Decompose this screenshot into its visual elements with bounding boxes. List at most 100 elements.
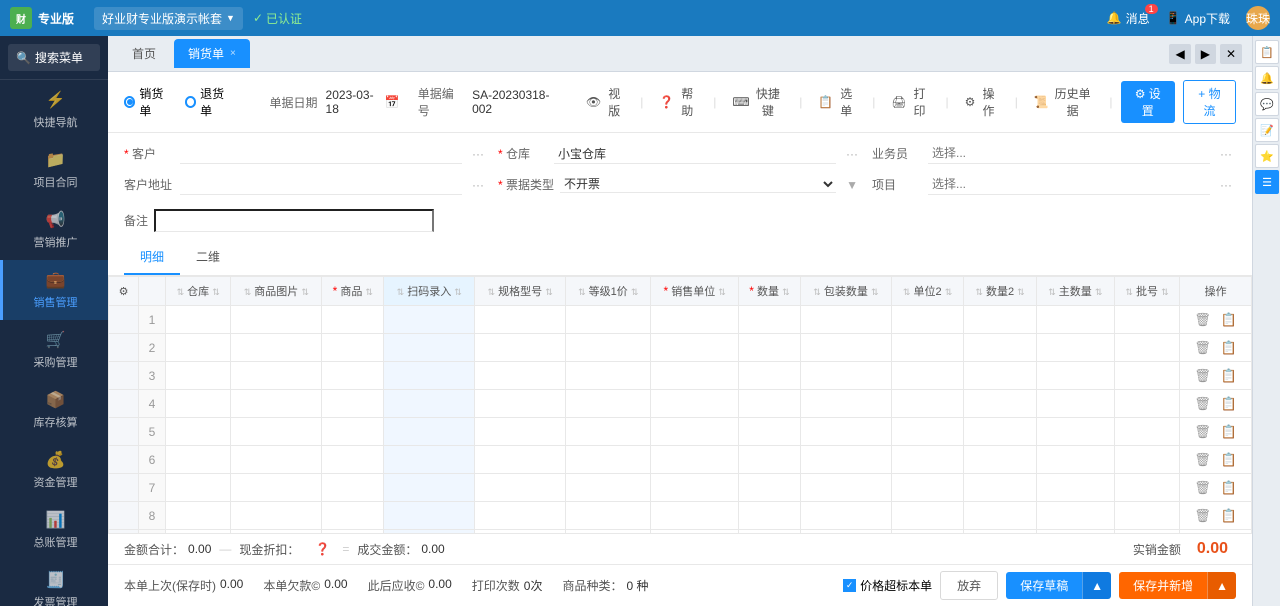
row-qty-6[interactable]: [738, 446, 800, 474]
tab-prev-button[interactable]: ◀: [1169, 44, 1190, 64]
warehouse-input[interactable]: [554, 143, 836, 164]
row-main-qty-6[interactable]: [1036, 446, 1114, 474]
row-qty2-4[interactable]: [964, 390, 1036, 418]
row-pack-qty-4[interactable]: [800, 390, 891, 418]
row-qty2-6[interactable]: [964, 446, 1036, 474]
project-input[interactable]: [928, 174, 1210, 195]
save-new-button[interactable]: 保存并新增: [1119, 572, 1207, 599]
row-sales-unit-8[interactable]: [651, 502, 739, 530]
col-pack-qty-header[interactable]: ⇅ 包装数量 ⇅: [800, 277, 891, 306]
row-delete-btn-3[interactable]: 🗑: [1191, 368, 1214, 384]
col-qty-header[interactable]: * 数量 ⇅: [738, 277, 800, 306]
row-qty-7[interactable]: [738, 474, 800, 502]
row-unit2-3[interactable]: [891, 362, 963, 390]
save-draft-arrow-button[interactable]: ▲: [1082, 572, 1111, 599]
row-qty2-7[interactable]: [964, 474, 1036, 502]
row-unit2-4[interactable]: [891, 390, 963, 418]
row-sales-unit-5[interactable]: [651, 418, 739, 446]
col-batch-header[interactable]: ⇅ 批号 ⇅: [1114, 277, 1179, 306]
project-more-icon[interactable]: ···: [1216, 178, 1236, 192]
row-level-price-4[interactable]: [566, 390, 651, 418]
row-unit2-2[interactable]: [891, 334, 963, 362]
row-pack-qty-1[interactable]: [800, 306, 891, 334]
row-spec-3[interactable]: [475, 362, 566, 390]
calendar-icon[interactable]: 📅: [385, 95, 400, 109]
row-batch-6[interactable]: [1114, 446, 1179, 474]
row-copy-btn-7[interactable]: 📋: [1218, 480, 1240, 496]
radio-return-order[interactable]: 退货单: [185, 85, 234, 119]
row-copy-btn-8[interactable]: 📋: [1218, 508, 1240, 524]
tab-close-icon[interactable]: ×: [230, 48, 236, 59]
row-warehouse-5[interactable]: [166, 418, 231, 446]
print-button[interactable]: 🖨 打印: [883, 82, 937, 122]
row-qty-2[interactable]: [738, 334, 800, 362]
shortcut-button[interactable]: ⌨ 快捷键: [724, 82, 791, 122]
row-batch-enter-2[interactable]: [384, 334, 475, 362]
row-batch-enter-6[interactable]: [384, 446, 475, 474]
row-spec-8[interactable]: [475, 502, 566, 530]
sidebar-item-stock[interactable]: 📦 库存核算: [0, 380, 108, 440]
row-product-img-3[interactable]: [231, 362, 322, 390]
row-batch-enter-1[interactable]: [384, 306, 475, 334]
row-delete-btn-6[interactable]: 🗑: [1191, 452, 1214, 468]
row-product-7[interactable]: [322, 474, 384, 502]
row-unit2-1[interactable]: [891, 306, 963, 334]
row-main-qty-4[interactable]: [1036, 390, 1114, 418]
row-main-qty-8[interactable]: [1036, 502, 1114, 530]
salesperson-more-icon[interactable]: ···: [1216, 147, 1236, 161]
company-selector[interactable]: 好业财专业版演示帐套 ▼: [94, 7, 243, 30]
row-qty-3[interactable]: [738, 362, 800, 390]
row-product-5[interactable]: [322, 418, 384, 446]
row-product-4[interactable]: [322, 390, 384, 418]
row-sales-unit-7[interactable]: [651, 474, 739, 502]
sidebar-item-project[interactable]: 📁 项目合同: [0, 140, 108, 200]
row-qty-1[interactable]: [738, 306, 800, 334]
row-pack-qty-6[interactable]: [800, 446, 891, 474]
row-batch-enter-8[interactable]: [384, 502, 475, 530]
row-main-qty-5[interactable]: [1036, 418, 1114, 446]
col-main-qty-header[interactable]: ⇅ 主数量 ⇅: [1036, 277, 1114, 306]
col-qty2-header[interactable]: ⇅ 数量2 ⇅: [964, 277, 1036, 306]
row-level-price-3[interactable]: [566, 362, 651, 390]
row-sales-unit-6[interactable]: [651, 446, 739, 474]
save-new-arrow-button[interactable]: ▲: [1207, 572, 1236, 599]
sidebar-item-purchase[interactable]: 🛒 采购管理: [0, 320, 108, 380]
row-warehouse-4[interactable]: [166, 390, 231, 418]
right-panel-btn-1[interactable]: 📋: [1255, 40, 1279, 64]
notify-button[interactable]: 🔔 1 消息: [1107, 10, 1150, 27]
right-panel-btn-6[interactable]: ☰: [1255, 170, 1279, 194]
row-warehouse-6[interactable]: [166, 446, 231, 474]
price-check-checkbox[interactable]: ✓ 价格超标本单: [843, 577, 932, 594]
row-qty-8[interactable]: [738, 502, 800, 530]
row-delete-btn-5[interactable]: 🗑: [1191, 424, 1214, 440]
row-product-img-1[interactable]: [231, 306, 322, 334]
row-spec-7[interactable]: [475, 474, 566, 502]
view-button[interactable]: 👁 视版: [578, 82, 632, 122]
tab-next-button[interactable]: ▶: [1195, 44, 1216, 64]
row-product-img-7[interactable]: [231, 474, 322, 502]
row-copy-btn-5[interactable]: 📋: [1218, 424, 1240, 440]
row-main-qty-2[interactable]: [1036, 334, 1114, 362]
right-panel-btn-4[interactable]: 📝: [1255, 118, 1279, 142]
row-copy-btn-4[interactable]: 📋: [1218, 396, 1240, 412]
row-main-qty-1[interactable]: [1036, 306, 1114, 334]
row-batch-5[interactable]: [1114, 418, 1179, 446]
app-download-button[interactable]: 📱 App下载: [1166, 10, 1230, 27]
add-logistics-button[interactable]: + 物流: [1183, 80, 1236, 124]
row-level-price-8[interactable]: [566, 502, 651, 530]
customer-more-icon[interactable]: ···: [468, 147, 488, 161]
col-warehouse-header[interactable]: ⇅ 仓库 ⇅: [166, 277, 231, 306]
row-pack-qty-3[interactable]: [800, 362, 891, 390]
abandon-button[interactable]: 放弃: [940, 571, 998, 600]
row-sales-unit-2[interactable]: [651, 334, 739, 362]
row-product-2[interactable]: [322, 334, 384, 362]
row-unit2-6[interactable]: [891, 446, 963, 474]
row-qty2-2[interactable]: [964, 334, 1036, 362]
note-input[interactable]: [154, 209, 434, 232]
row-sales-unit-1[interactable]: [651, 306, 739, 334]
row-delete-btn-8[interactable]: 🗑: [1191, 508, 1214, 524]
col-level-price-header[interactable]: ⇅ 等级1价 ⇅: [566, 277, 651, 306]
search-menu-button[interactable]: 🔍 搜索菜单: [8, 44, 100, 71]
col-settings-header[interactable]: ⚙: [109, 277, 139, 306]
warehouse-more-icon[interactable]: ···: [842, 147, 862, 161]
